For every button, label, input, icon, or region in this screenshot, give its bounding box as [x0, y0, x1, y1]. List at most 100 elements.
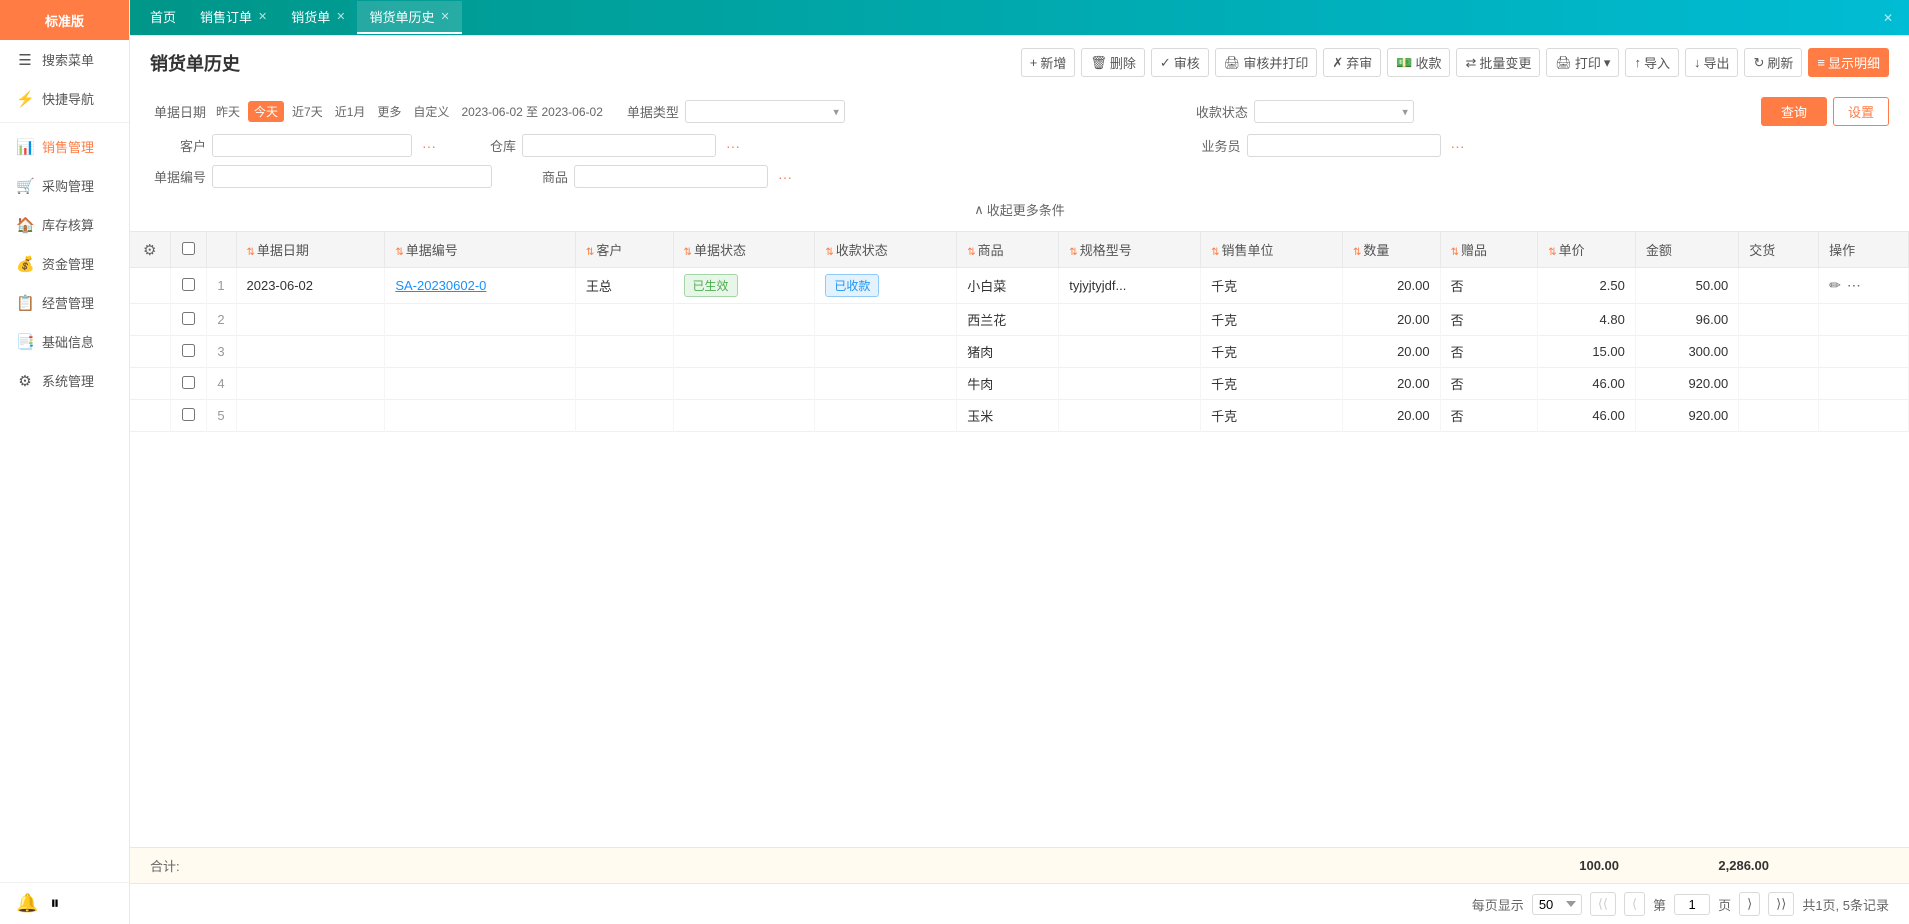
cell-product-3: 牛肉: [957, 368, 1059, 400]
th-settings[interactable]: ⚙: [130, 232, 170, 268]
notification-icon[interactable]: 🔔: [16, 893, 38, 914]
shortcut-1month[interactable]: 近1月: [331, 101, 370, 122]
more-icon-0[interactable]: ⋯: [1847, 277, 1861, 294]
doc-type-select[interactable]: [685, 100, 845, 123]
first-page-button[interactable]: ⟨⟨: [1590, 892, 1616, 916]
sidebar-item-quick-nav[interactable]: ⚡ 快捷导航: [0, 79, 129, 118]
warehouse-ellipsis[interactable]: ···: [722, 136, 744, 156]
row-checkbox-3[interactable]: [182, 376, 195, 389]
sidebar-item-purchase-mgmt[interactable]: 🛒 采购管理: [0, 166, 129, 205]
unapprove-button[interactable]: ✗ 弃审: [1323, 48, 1381, 77]
approve-print-icon: 🖨: [1224, 55, 1241, 71]
collapse-filter-button[interactable]: ∧ 收起更多条件: [150, 196, 1889, 223]
page-number-input[interactable]: [1674, 894, 1710, 915]
select-all-checkbox[interactable]: [182, 242, 195, 255]
payment-status-select[interactable]: [1254, 100, 1414, 123]
sidebar-item-basic-info[interactable]: 📑 基础信息: [0, 322, 129, 361]
shortcut-more[interactable]: 更多: [373, 101, 405, 122]
cell-docnum-0[interactable]: SA-20230602-0: [385, 268, 576, 304]
doc-type-label: 单据类型: [623, 102, 679, 121]
filter-row-2: 客户 ··· 仓库 ··· 业务员 ···: [150, 134, 1889, 157]
docnum-link-0[interactable]: SA-20230602-0: [395, 278, 486, 293]
export-button[interactable]: ↓ 导出: [1685, 48, 1739, 77]
tab-shipment-history-close[interactable]: ✕: [441, 10, 450, 23]
refresh-button[interactable]: ↻ 刷新: [1744, 48, 1802, 77]
last-page-button[interactable]: ⟩⟩: [1768, 892, 1794, 916]
sidebar-item-system-mgmt[interactable]: ⚙ 系统管理: [0, 361, 129, 400]
cell-paymentstatus-1: [815, 304, 957, 336]
th-customer[interactable]: ⇅客户: [575, 232, 673, 268]
close-all-tabs-button[interactable]: ✕: [1875, 7, 1901, 29]
th-gift[interactable]: ⇅赠品: [1440, 232, 1538, 268]
th-product[interactable]: ⇅商品: [957, 232, 1059, 268]
table-container[interactable]: ⚙ ⇅单据日期 ⇅单据编号 ⇅客户 ⇅单据状态 ⇅收款状态 ⇅商品 ⇅规格型号: [130, 232, 1909, 847]
settings-button[interactable]: 设置: [1833, 97, 1889, 126]
row-checkbox-4[interactable]: [182, 408, 195, 421]
row-checkbox-1[interactable]: [182, 312, 195, 325]
salesperson-ellipsis[interactable]: ···: [1447, 136, 1469, 156]
tab-shipment[interactable]: 销货单 ✕: [279, 1, 357, 34]
batch-change-button[interactable]: ⇄ 批量变更: [1456, 48, 1540, 77]
filter-payment-status-item: 收款状态: [1192, 100, 1741, 123]
show-detail-button[interactable]: ≡ 显示明细: [1808, 48, 1889, 77]
page-size-select[interactable]: 50 10 20 100: [1532, 894, 1582, 915]
cell-docnum-2[interactable]: [385, 336, 576, 368]
edit-icon-0[interactable]: ✏: [1829, 277, 1841, 294]
print-button[interactable]: 🖨 打印 ▾: [1546, 48, 1619, 77]
cell-checkbox-3[interactable]: [170, 368, 206, 400]
cell-action-2: [1819, 336, 1909, 368]
cell-customer-0: 王总: [575, 268, 673, 304]
tab-sales-order-close[interactable]: ✕: [258, 10, 267, 23]
customer-ellipsis[interactable]: ···: [418, 136, 440, 156]
approve-button[interactable]: ✓ 审核: [1151, 48, 1209, 77]
warehouse-label: 仓库: [460, 136, 516, 155]
th-doc-date[interactable]: ⇅单据日期: [236, 232, 385, 268]
next-page-button[interactable]: ⟩: [1739, 892, 1760, 916]
th-payment-status[interactable]: ⇅收款状态: [815, 232, 957, 268]
sidebar-item-inventory[interactable]: 🏠 库存核算: [0, 205, 129, 244]
cell-checkbox-4[interactable]: [170, 400, 206, 432]
tab-shipment-history[interactable]: 销货单历史 ✕: [357, 1, 461, 34]
th-spec[interactable]: ⇅规格型号: [1059, 232, 1201, 268]
salesperson-input[interactable]: [1247, 134, 1441, 157]
cell-checkbox-0[interactable]: [170, 268, 206, 304]
sidebar-item-finance-mgmt[interactable]: 💰 资金管理: [0, 244, 129, 283]
th-unit-price[interactable]: ⇅单价: [1538, 232, 1636, 268]
tabs-bar: 首页 销售订单 ✕ 销货单 ✕ 销货单历史 ✕ ✕: [130, 0, 1909, 36]
th-unit[interactable]: ⇅销售单位: [1201, 232, 1343, 268]
warehouse-input[interactable]: [522, 134, 716, 157]
docnum-input[interactable]: [212, 165, 492, 188]
gear-icon[interactable]: ⚙: [143, 242, 156, 259]
pause-icon[interactable]: ⏸: [50, 893, 59, 914]
tab-sales-order[interactable]: 销售订单 ✕: [188, 1, 279, 34]
prev-page-button[interactable]: ⟨: [1624, 892, 1645, 916]
shortcut-yesterday[interactable]: 昨天: [212, 101, 244, 122]
cell-checkbox-2[interactable]: [170, 336, 206, 368]
import-button[interactable]: ↑ 导入: [1625, 48, 1679, 77]
cell-docnum-4[interactable]: [385, 400, 576, 432]
product-ellipsis[interactable]: ···: [774, 167, 796, 187]
product-input[interactable]: [574, 165, 768, 188]
sidebar-item-search-menu[interactable]: ☰ 搜索菜单: [0, 40, 129, 79]
shortcut-today[interactable]: 今天: [248, 101, 284, 122]
cell-docnum-1[interactable]: [385, 304, 576, 336]
shortcut-7days[interactable]: 近7天: [288, 101, 327, 122]
new-button[interactable]: + 新增: [1021, 48, 1076, 77]
sidebar-item-operations-mgmt[interactable]: 📋 经营管理: [0, 283, 129, 322]
tab-shipment-close[interactable]: ✕: [336, 10, 345, 23]
delete-button[interactable]: 🗑 删除: [1081, 48, 1145, 77]
th-quantity[interactable]: ⇅数量: [1342, 232, 1440, 268]
sidebar-item-sales-mgmt[interactable]: 📊 销售管理: [0, 127, 129, 166]
customer-input[interactable]: [212, 134, 412, 157]
shortcut-custom[interactable]: 自定义: [409, 101, 453, 122]
cell-docnum-3[interactable]: [385, 368, 576, 400]
approve-print-button[interactable]: 🖨 审核并打印: [1215, 48, 1318, 77]
query-button[interactable]: 查询: [1761, 97, 1827, 126]
collect-button[interactable]: 💵 收款: [1387, 48, 1450, 77]
row-checkbox-0[interactable]: [182, 278, 195, 291]
row-checkbox-2[interactable]: [182, 344, 195, 357]
tab-home[interactable]: 首页: [138, 1, 188, 34]
th-doc-num[interactable]: ⇅单据编号: [385, 232, 576, 268]
cell-checkbox-1[interactable]: [170, 304, 206, 336]
th-doc-status[interactable]: ⇅单据状态: [673, 232, 815, 268]
